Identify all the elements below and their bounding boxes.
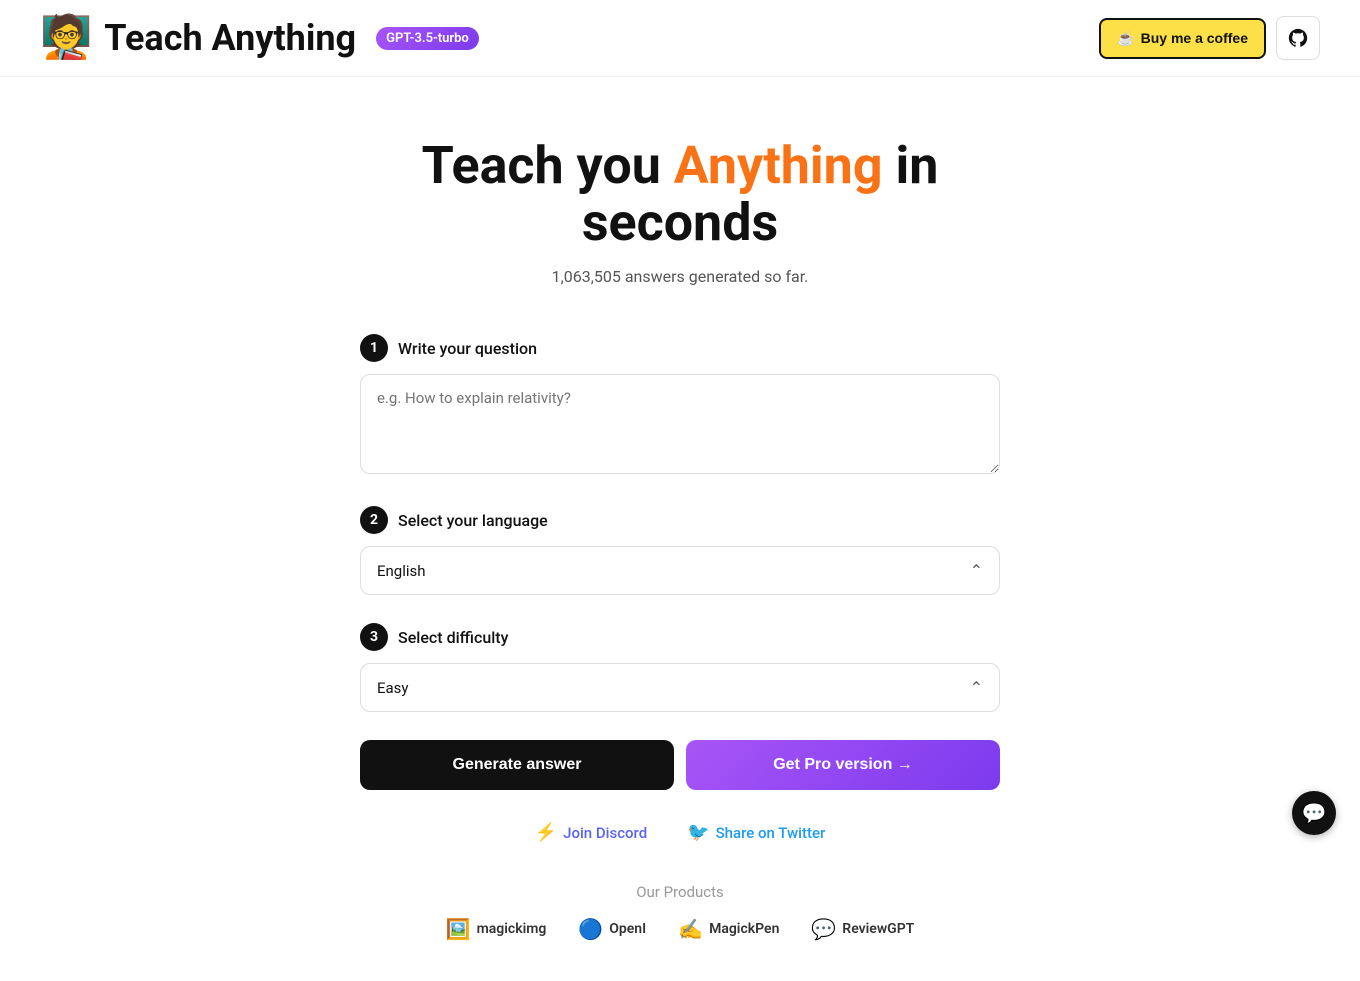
- step2-number: 2: [360, 506, 388, 534]
- product-reviewgpt[interactable]: 💬 ReviewGPT: [811, 917, 914, 941]
- step3-section: 3 Select difficulty Easy ⌃: [360, 623, 1000, 712]
- magickpen-icon: ✍️: [678, 917, 703, 941]
- step2-section: 2 Select your language English ⌃: [360, 506, 1000, 595]
- twitter-label: Share on Twitter: [716, 824, 826, 842]
- buttons-row: Generate answer Get Pro version →: [360, 740, 1000, 790]
- header: 🧑‍🏫 Teach Anything GPT-3.5-turbo ☕ Buy m…: [0, 0, 1360, 77]
- discord-label: Join Discord: [563, 824, 647, 842]
- step1-text: Write your question: [398, 339, 537, 358]
- step3-number: 3: [360, 623, 388, 651]
- subtitle: 1,063,505 answers generated so far.: [360, 267, 1000, 286]
- pro-version-button[interactable]: Get Pro version →: [686, 740, 1000, 790]
- chat-bubble-button[interactable]: 💬: [1292, 791, 1336, 835]
- difficulty-value: Easy: [377, 679, 409, 697]
- question-input[interactable]: [360, 374, 1000, 474]
- header-left: 🧑‍🏫 Teach Anything GPT-3.5-turbo: [40, 17, 479, 59]
- logo-emoji: 🧑‍🏫: [40, 17, 92, 59]
- language-chevron-icon: ⌃: [970, 561, 983, 580]
- github-icon: [1287, 27, 1309, 49]
- twitter-link[interactable]: 🐦 Share on Twitter: [687, 822, 825, 843]
- language-value: English: [377, 562, 426, 580]
- difficulty-chevron-icon: ⌃: [970, 678, 983, 697]
- hero-title-highlight: Anything: [674, 135, 883, 196]
- products-section: Our Products 🖼️ magickimg 🔵 OpenI ✍️ Mag…: [360, 883, 1000, 941]
- language-select-wrapper: English ⌃: [360, 546, 1000, 595]
- step1-number: 1: [360, 334, 388, 362]
- difficulty-select-wrapper: Easy ⌃: [360, 663, 1000, 712]
- discord-icon: ⚡: [535, 822, 557, 843]
- hero-title: Teach you Anything in seconds: [360, 137, 1000, 251]
- reviewgpt-icon: 💬: [811, 917, 836, 941]
- step2-label: 2 Select your language: [360, 506, 1000, 534]
- discord-link[interactable]: ⚡ Join Discord: [535, 822, 647, 843]
- product-openl[interactable]: 🔵 OpenI: [578, 917, 646, 941]
- header-right: ☕ Buy me a coffee: [1099, 16, 1320, 60]
- buy-coffee-label: Buy me a coffee: [1141, 30, 1248, 46]
- product-magickimg[interactable]: 🖼️ magickimg: [446, 917, 547, 941]
- step3-label: 3 Select difficulty: [360, 623, 1000, 651]
- chat-bubble-icon: 💬: [1302, 801, 1327, 825]
- step1-section: 1 Write your question: [360, 334, 1000, 478]
- step2-text: Select your language: [398, 511, 548, 530]
- buy-coffee-button[interactable]: ☕ Buy me a coffee: [1099, 18, 1266, 59]
- openl-icon: 🔵: [578, 917, 603, 941]
- hero-title-part1: Teach you: [422, 135, 674, 196]
- twitter-icon: 🐦: [687, 822, 709, 843]
- magickimg-icon: 🖼️: [446, 917, 471, 941]
- language-select[interactable]: English ⌃: [360, 546, 1000, 595]
- products-row: 🖼️ magickimg 🔵 OpenI ✍️ MagickPen 💬 Revi…: [360, 917, 1000, 941]
- product-magickpen[interactable]: ✍️ MagickPen: [678, 917, 779, 941]
- social-links: ⚡ Join Discord 🐦 Share on Twitter: [360, 822, 1000, 843]
- main-content: Teach you Anything in seconds 1,063,505 …: [340, 77, 1020, 981]
- magickpen-label: MagickPen: [709, 921, 779, 937]
- step1-label: 1 Write your question: [360, 334, 1000, 362]
- reviewgpt-label: ReviewGPT: [842, 921, 914, 937]
- gpt-badge: GPT-3.5-turbo: [376, 27, 479, 50]
- magickimg-label: magickimg: [477, 921, 547, 937]
- difficulty-select[interactable]: Easy ⌃: [360, 663, 1000, 712]
- step3-text: Select difficulty: [398, 628, 508, 647]
- openl-label: OpenI: [609, 921, 646, 937]
- github-button[interactable]: [1276, 16, 1320, 60]
- generate-button[interactable]: Generate answer: [360, 740, 674, 790]
- products-title: Our Products: [360, 883, 1000, 901]
- coffee-icon: ☕: [1117, 30, 1134, 47]
- app-title: Teach Anything: [104, 17, 356, 59]
